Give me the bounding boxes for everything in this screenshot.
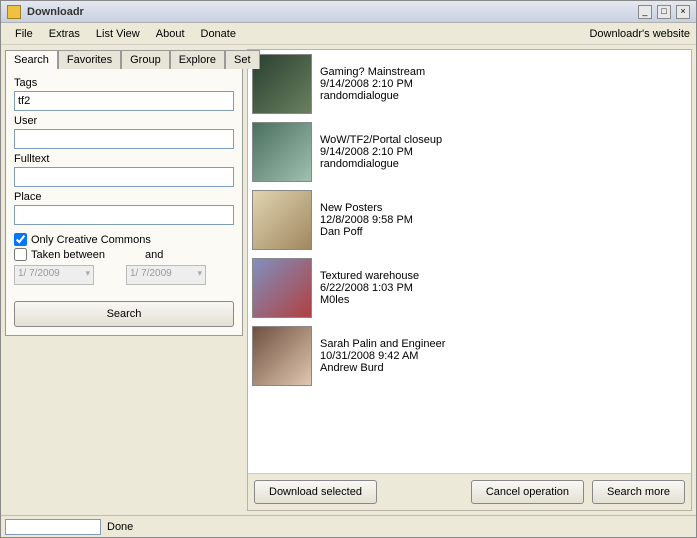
result-item[interactable]: WoW/TF2/Portal closeup9/14/2008 2:10 PMr… xyxy=(252,122,687,182)
close-button[interactable]: × xyxy=(676,5,690,19)
result-user: randomdialogue xyxy=(320,158,442,170)
taken-label: Taken between xyxy=(31,249,105,261)
cc-label: Only Creative Commons xyxy=(31,234,151,246)
window-title: Downloadr xyxy=(27,6,636,18)
result-date: 6/22/2008 1:03 PM xyxy=(320,282,419,294)
result-title: New Posters xyxy=(320,202,413,214)
tab-group[interactable]: Group xyxy=(121,50,170,69)
fulltext-label: Fulltext xyxy=(14,153,234,165)
minimize-button[interactable]: _ xyxy=(638,5,652,19)
menu-donate[interactable]: Donate xyxy=(193,26,244,42)
result-user: Andrew Burd xyxy=(320,362,445,374)
result-user: Dan Poff xyxy=(320,226,413,238)
taken-checkbox[interactable] xyxy=(14,248,27,261)
cc-checkbox[interactable] xyxy=(14,233,27,246)
result-date: 9/14/2008 2:10 PM xyxy=(320,146,442,158)
result-date: 10/31/2008 9:42 AM xyxy=(320,350,445,362)
search-more-button[interactable]: Search more xyxy=(592,480,685,504)
tab-set[interactable]: Set xyxy=(225,50,260,69)
result-date: 9/14/2008 2:10 PM xyxy=(320,78,425,90)
app-icon xyxy=(7,5,21,19)
tabs: Search Favorites Group Explore Set xyxy=(5,49,243,68)
website-link[interactable]: Downloadr's website xyxy=(589,28,690,40)
result-date: 12/8/2008 9:58 PM xyxy=(320,214,413,226)
menubar: File Extras List View About Donate Downl… xyxy=(1,23,696,45)
result-title: Textured warehouse xyxy=(320,270,419,282)
place-label: Place xyxy=(14,191,234,203)
thumbnail[interactable] xyxy=(252,326,312,386)
thumbnail[interactable] xyxy=(252,54,312,114)
cancel-operation-button[interactable]: Cancel operation xyxy=(471,480,584,504)
result-user: randomdialogue xyxy=(320,90,425,102)
tags-label: Tags xyxy=(14,77,234,89)
left-panel: Search Favorites Group Explore Set Tags … xyxy=(5,49,243,511)
date-from[interactable]: 1/ 7/2009 xyxy=(14,265,94,285)
status-text: Done xyxy=(107,521,133,533)
thumbnail[interactable] xyxy=(252,190,312,250)
download-selected-button[interactable]: Download selected xyxy=(254,480,377,504)
result-user: M0les xyxy=(320,294,419,306)
status-input[interactable] xyxy=(5,519,101,535)
result-item[interactable]: Sarah Palin and Engineer10/31/2008 9:42 … xyxy=(252,326,687,386)
result-item[interactable]: New Posters12/8/2008 9:58 PMDan Poff xyxy=(252,190,687,250)
results-list[interactable]: Gaming? Mainstream9/14/2008 2:10 PMrando… xyxy=(248,50,691,473)
date-to[interactable]: 1/ 7/2009 xyxy=(126,265,206,285)
user-label: User xyxy=(14,115,234,127)
and-label: and xyxy=(145,249,163,261)
result-item[interactable]: Textured warehouse6/22/2008 1:03 PMM0les xyxy=(252,258,687,318)
tags-input[interactable] xyxy=(14,91,234,111)
search-button[interactable]: Search xyxy=(14,301,234,327)
menu-extras[interactable]: Extras xyxy=(41,26,88,42)
result-title: WoW/TF2/Portal closeup xyxy=(320,134,442,146)
place-input[interactable] xyxy=(14,205,234,225)
search-panel: Tags User Fulltext Place Only Creative C… xyxy=(5,68,243,336)
menu-listview[interactable]: List View xyxy=(88,26,148,42)
result-title: Gaming? Mainstream xyxy=(320,66,425,78)
thumbnail[interactable] xyxy=(252,258,312,318)
tab-favorites[interactable]: Favorites xyxy=(58,50,121,69)
tab-search[interactable]: Search xyxy=(5,50,58,69)
tab-explore[interactable]: Explore xyxy=(170,50,225,69)
result-title: Sarah Palin and Engineer xyxy=(320,338,445,350)
titlebar: Downloadr _ □ × xyxy=(1,1,696,23)
menu-about[interactable]: About xyxy=(148,26,193,42)
statusbar: Done xyxy=(1,515,696,537)
app-window: Downloadr _ □ × File Extras List View Ab… xyxy=(0,0,697,538)
menu-file[interactable]: File xyxy=(7,26,41,42)
button-bar: Download selected Cancel operation Searc… xyxy=(248,473,691,510)
fulltext-input[interactable] xyxy=(14,167,234,187)
thumbnail[interactable] xyxy=(252,122,312,182)
user-input[interactable] xyxy=(14,129,234,149)
maximize-button[interactable]: □ xyxy=(657,5,671,19)
result-item[interactable]: Gaming? Mainstream9/14/2008 2:10 PMrando… xyxy=(252,54,687,114)
results-panel: Gaming? Mainstream9/14/2008 2:10 PMrando… xyxy=(247,49,692,511)
